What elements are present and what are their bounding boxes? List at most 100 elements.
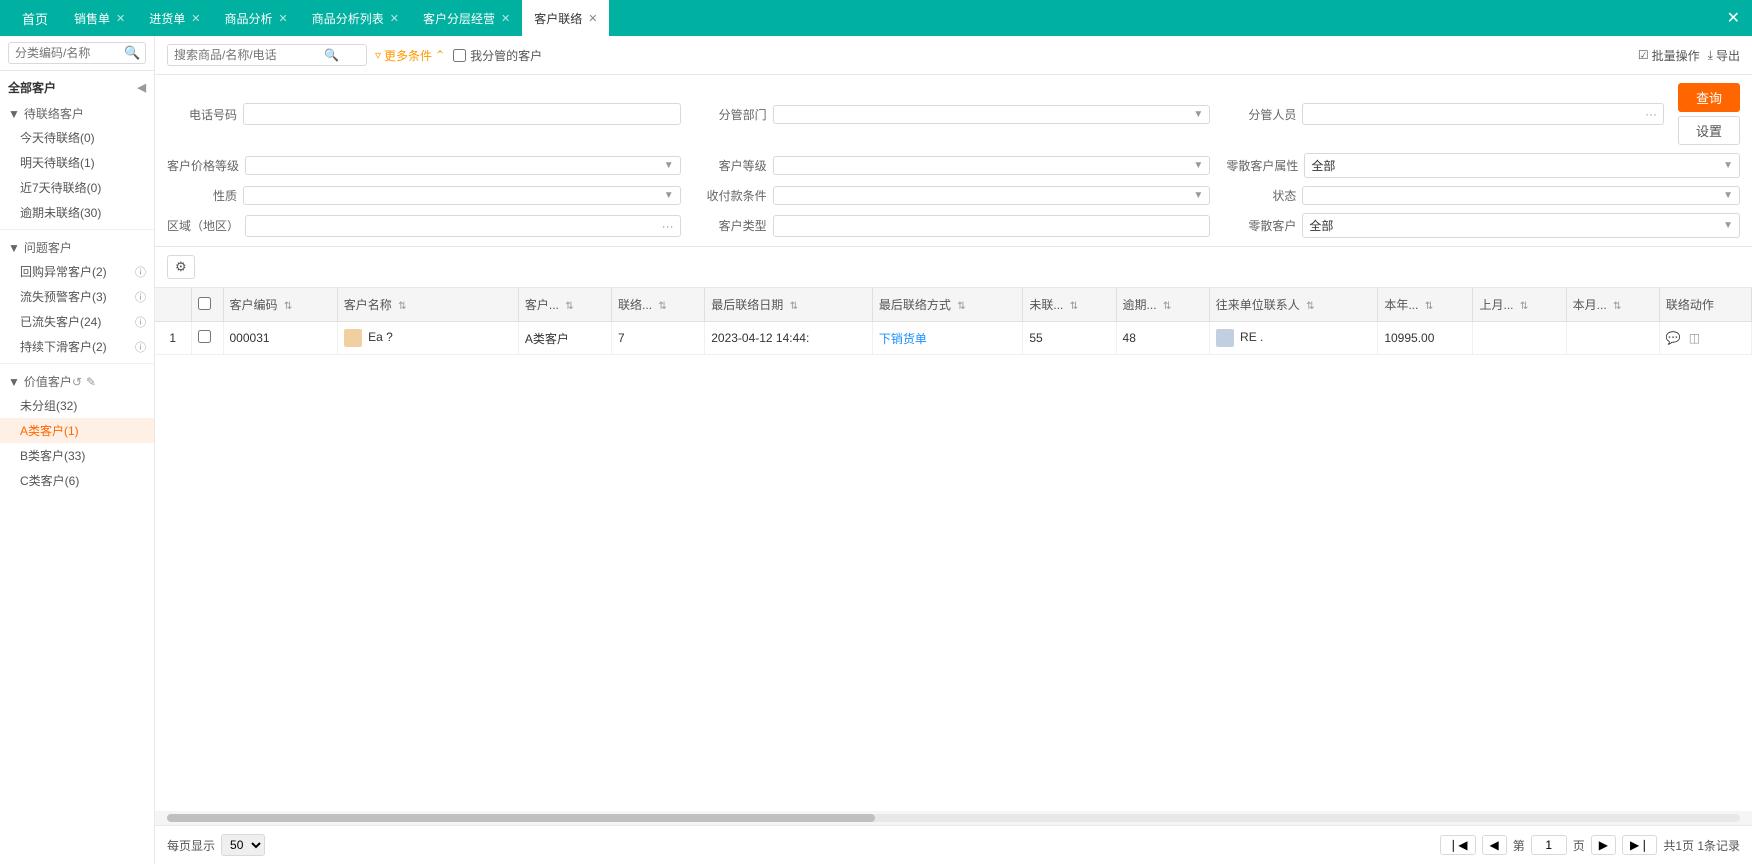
cell-last-method[interactable]: 下销货单 — [872, 322, 1023, 355]
export-icon: ⤓ — [1708, 48, 1713, 63]
unclassified-item[interactable]: 未分组(32) — [0, 393, 154, 418]
col-overdue[interactable]: 逾期... ⇅ — [1116, 288, 1209, 322]
customer-level-chevron: ▼ — [1193, 160, 1203, 171]
value-edit-icon[interactable]: ✎ — [86, 375, 96, 389]
collapse-sidebar-icon[interactable]: ◀ — [138, 81, 146, 94]
repurchase-abnormal-item[interactable]: 回购异常客户(2) ⓘ — [0, 259, 154, 284]
horizontal-scrollbar[interactable] — [155, 811, 1752, 825]
class-b-item[interactable]: B类客户(33) — [0, 443, 154, 468]
query-btn[interactable]: 查询 — [1678, 83, 1740, 112]
next-page-btn[interactable]: ▶ — [1591, 835, 1616, 855]
week-pending-item[interactable]: 近7天待联络(0) — [0, 175, 154, 200]
col-contact-count[interactable]: 联络... ⇅ — [612, 288, 705, 322]
first-page-btn[interactable]: ❘◀ — [1440, 835, 1475, 855]
qrcode-icon[interactable]: ◫ — [1689, 331, 1700, 345]
all-customers-header[interactable]: 全部客户 ◀ — [0, 71, 154, 100]
col-last-date[interactable]: 最后联络日期 ⇅ — [705, 288, 873, 322]
main-search-icon[interactable]: 🔍 — [324, 48, 339, 62]
table-settings-btn[interactable]: ⚙ — [167, 255, 195, 279]
page-size-select[interactable]: 50 — [221, 834, 265, 856]
col-no-contact[interactable]: 未联... ⇅ — [1023, 288, 1116, 322]
cell-overdue: 48 — [1116, 322, 1209, 355]
close-analysis-tab[interactable]: ✕ — [279, 12, 288, 25]
problem-customers-group[interactable]: ▼ 问题客户 — [0, 234, 154, 259]
pending-contact-group[interactable]: ▼ 待联络客户 — [0, 100, 154, 125]
payment-select[interactable]: ▼ — [773, 186, 1211, 205]
customer-name-ea: Ea — [368, 330, 383, 344]
today-pending-item[interactable]: 今天待联络(0) — [0, 125, 154, 150]
last-page-btn[interactable]: ▶❘ — [1622, 835, 1657, 855]
overdue-pending-item[interactable]: 逾期未联络(30) — [0, 200, 154, 225]
batch-op-btn[interactable]: ☑ 批量操作 — [1638, 47, 1700, 64]
my-customer-checkbox[interactable] — [453, 49, 466, 62]
tomorrow-pending-item[interactable]: 明天待联络(1) — [0, 150, 154, 175]
customer-level-select[interactable]: ▼ — [773, 156, 1211, 175]
nav-tab-purchase[interactable]: 进货单 ✕ — [137, 0, 212, 36]
col-no — [155, 288, 191, 322]
already-lost-item[interactable]: 已流失客户(24) ⓘ — [0, 309, 154, 334]
phone-label: 电话号码 — [167, 106, 237, 123]
row-checkbox[interactable] — [198, 330, 211, 343]
customer-type-input[interactable] — [773, 215, 1211, 237]
nature-select[interactable]: ▼ — [243, 186, 681, 205]
retail-attr-select[interactable]: 全部 ▼ — [1304, 153, 1740, 178]
main-search-box: 🔍 — [167, 44, 367, 66]
dept-select[interactable]: ▼ — [773, 105, 1211, 124]
class-a-item[interactable]: A类客户(1) — [0, 418, 154, 443]
region-select[interactable]: ··· — [245, 215, 681, 237]
close-purchase-tab[interactable]: ✕ — [191, 12, 200, 25]
close-sales-tab[interactable]: ✕ — [116, 12, 125, 25]
price-level-select[interactable]: ▼ — [245, 156, 681, 175]
table-header-row: 客户编码 ⇅ 客户名称 ⇅ 客户... ⇅ 联络... — [155, 288, 1752, 322]
col-code[interactable]: 客户编码 ⇅ — [223, 288, 337, 322]
sidebar-search-icon[interactable]: 🔍 — [124, 45, 140, 61]
value-refresh-icon[interactable]: ↺ — [72, 375, 82, 389]
close-customer-contact-tab[interactable]: ✕ — [588, 12, 597, 25]
continuous-decrease-item[interactable]: 持续下滑客户(2) ⓘ — [0, 334, 154, 359]
export-btn[interactable]: ⤓ 导出 — [1708, 47, 1740, 64]
select-all-checkbox[interactable] — [198, 297, 211, 310]
nav-tab-customer-tier[interactable]: 客户分层经营 ✕ — [411, 0, 522, 36]
nav-tab-analysis[interactable]: 商品分析 ✕ — [212, 0, 299, 36]
close-customer-tier-tab[interactable]: ✕ — [501, 12, 510, 25]
nav-home[interactable]: 首页 — [8, 0, 62, 36]
batch-op-icon: ☑ — [1638, 48, 1649, 62]
phone-input[interactable] — [243, 103, 681, 125]
filter-bar: 🔍 ▿ 更多条件 ⌃ 我分管的客户 ☑ 批量操作 ⤓ 导出 — [155, 36, 1752, 75]
status-select[interactable]: ▼ — [1302, 186, 1740, 205]
table-toolbar: ⚙ — [155, 247, 1752, 288]
close-analysis-list-tab[interactable]: ✕ — [390, 12, 399, 25]
nav-tab-analysis-list[interactable]: 商品分析列表 ✕ — [300, 0, 411, 36]
nav-tab-customer-contact[interactable]: 客户联络 ✕ — [522, 0, 609, 36]
person-label: 分管人员 — [1226, 106, 1296, 123]
window-close-btn[interactable]: ✕ — [1727, 8, 1740, 28]
page-input[interactable] — [1531, 835, 1567, 855]
col-name[interactable]: 客户名称 ⇅ — [337, 288, 518, 322]
scrollbar-track[interactable] — [167, 814, 1740, 822]
col-type[interactable]: 客户... ⇅ — [518, 288, 611, 322]
main-search-input[interactable] — [174, 48, 324, 62]
table-row: 1 000031 Ea ? A类客户 7 2023-04-12 14:44: — [155, 322, 1752, 355]
col-last-month[interactable]: 上月... ⇅ — [1473, 288, 1566, 322]
class-c-item[interactable]: C类客户(6) — [0, 468, 154, 493]
col-current-month[interactable]: 本月... ⇅ — [1566, 288, 1659, 322]
col-current-year[interactable]: 本年... ⇅ — [1378, 288, 1473, 322]
chat-icon[interactable]: 💬 — [1666, 331, 1681, 345]
last-method-link[interactable]: 下销货单 — [879, 332, 927, 346]
col-last-method[interactable]: 最后联络方式 ⇅ — [872, 288, 1023, 322]
nav-tab-sales[interactable]: 销售单 ✕ — [62, 0, 137, 36]
value-customers-group[interactable]: ▼ 价值客户 ↺ ✎ — [0, 368, 154, 393]
scrollbar-thumb[interactable] — [167, 814, 875, 822]
customer-name-q: ? — [386, 330, 393, 344]
col-company-contacts[interactable]: 往来单位联系人 ⇅ — [1209, 288, 1378, 322]
settings-btn[interactable]: 设置 — [1678, 116, 1740, 145]
person-select[interactable]: ··· — [1302, 103, 1664, 125]
more-filter-btn[interactable]: ▿ 更多条件 ⌃ — [375, 47, 445, 64]
retail-select[interactable]: 全部 ▼ — [1302, 213, 1740, 238]
col-checkbox[interactable] — [191, 288, 223, 322]
lost-forecast-item[interactable]: 流失预警客户(3) ⓘ — [0, 284, 154, 309]
prev-page-btn[interactable]: ◀ — [1482, 835, 1507, 855]
my-customer-filter[interactable]: 我分管的客户 — [453, 47, 542, 64]
cell-checkbox[interactable] — [191, 322, 223, 355]
table-container[interactable]: 客户编码 ⇅ 客户名称 ⇅ 客户... ⇅ 联络... — [155, 288, 1752, 811]
